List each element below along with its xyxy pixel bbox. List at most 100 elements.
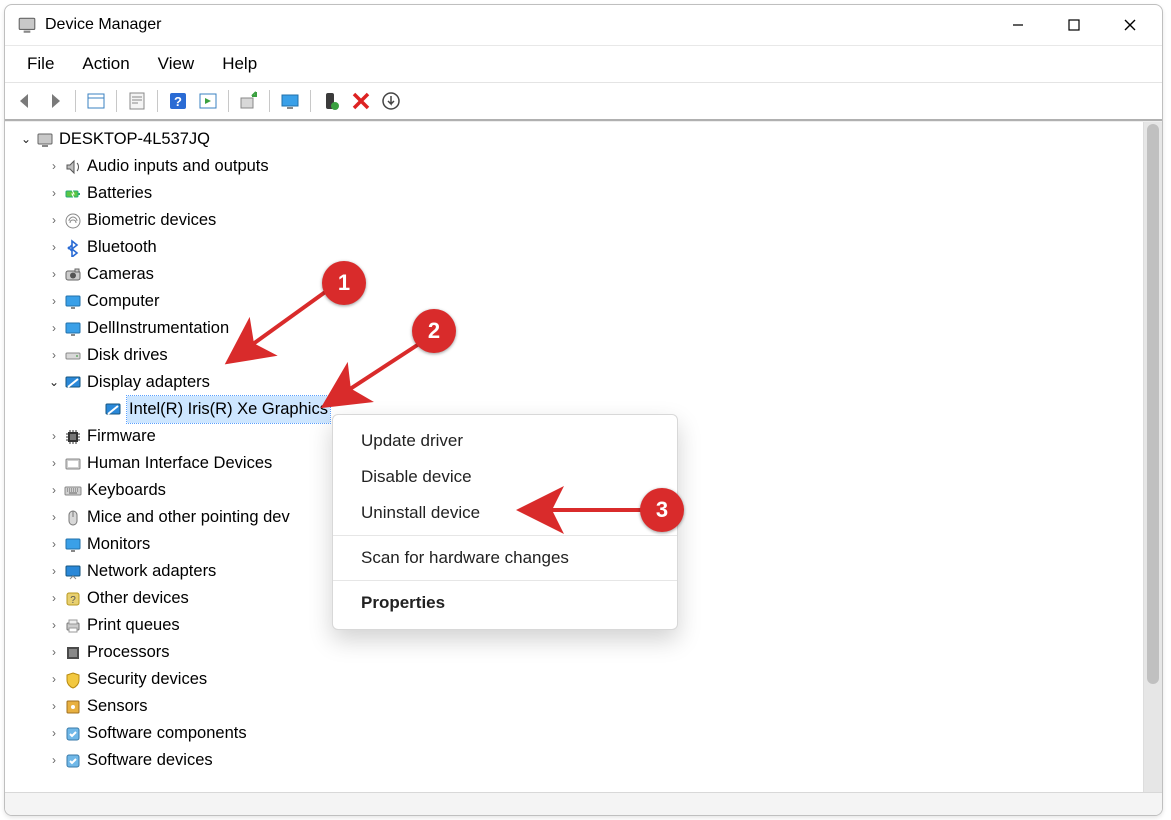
chevron-right-icon[interactable]: › [45, 639, 63, 666]
chevron-right-icon[interactable]: › [45, 207, 63, 234]
tree-node[interactable]: › Cameras [5, 261, 1143, 288]
chevron-right-icon[interactable]: › [45, 261, 63, 288]
drive-icon [63, 347, 83, 365]
annotation-arrow-3 [514, 498, 654, 526]
chevron-right-icon[interactable]: › [45, 693, 63, 720]
cpu-icon [63, 644, 83, 662]
tree-node[interactable]: › Disk drives [5, 342, 1143, 369]
tree-node[interactable]: › Computer [5, 288, 1143, 315]
maximize-button[interactable] [1046, 6, 1102, 44]
toolbar-back[interactable] [11, 88, 39, 114]
tree-node-label: Cameras [87, 261, 154, 288]
tree-node[interactable]: › Batteries [5, 180, 1143, 207]
chevron-right-icon[interactable]: › [45, 288, 63, 315]
chevron-right-icon[interactable]: › [45, 531, 63, 558]
tree-node[interactable]: ⌄ DESKTOP-4L537JQ [5, 126, 1143, 153]
chevron-right-icon[interactable]: › [45, 720, 63, 747]
hid-icon [63, 455, 83, 473]
tree-node-label: DESKTOP-4L537JQ [59, 126, 210, 153]
tree-node[interactable]: › DellInstrumentation [5, 315, 1143, 342]
tree-node[interactable]: › Software components [5, 720, 1143, 747]
tree-node-label: Human Interface Devices [87, 450, 272, 477]
tree-node[interactable]: › Bluetooth [5, 234, 1143, 261]
chevron-right-icon[interactable]: › [45, 450, 63, 477]
monitor-icon [63, 320, 83, 338]
menu-help[interactable]: Help [208, 50, 271, 78]
display-icon [63, 374, 83, 392]
chevron-right-icon[interactable]: › [45, 342, 63, 369]
toolbar-enable[interactable] [317, 88, 345, 114]
toolbar-help[interactable]: ? [164, 88, 192, 114]
tree-node[interactable]: ⌄ Display adapters [5, 369, 1143, 396]
tree-node-label: Mice and other pointing dev [87, 504, 290, 531]
speaker-icon [63, 158, 83, 176]
chevron-right-icon[interactable]: › [45, 504, 63, 531]
chevron-right-icon[interactable]: › [45, 180, 63, 207]
tree-node-label: Software components [87, 720, 247, 747]
chevron-right-icon[interactable]: › [45, 612, 63, 639]
chevron-right-icon[interactable]: › [45, 423, 63, 450]
tree-node[interactable]: › Sensors [5, 693, 1143, 720]
fingerprint-icon [63, 212, 83, 230]
menu-action[interactable]: Action [68, 50, 143, 78]
keyboard-icon [63, 482, 83, 500]
tree-node-label: Sensors [87, 693, 148, 720]
window-title: Device Manager [45, 16, 162, 34]
context-menu-item[interactable]: Disable device [333, 459, 677, 495]
svg-text:?: ? [174, 94, 182, 109]
chevron-right-icon[interactable]: › [45, 234, 63, 261]
tree-node[interactable]: › Biometric devices [5, 207, 1143, 234]
tree-node[interactable]: › Processors [5, 639, 1143, 666]
context-menu-item[interactable]: Scan for hardware changes [333, 540, 677, 576]
titlebar: Device Manager [5, 5, 1162, 46]
scrollbar-thumb[interactable] [1147, 124, 1159, 684]
toolbar-add-legacy[interactable] [377, 88, 405, 114]
computer-icon [35, 131, 55, 149]
tree-node-label: Monitors [87, 531, 150, 558]
chevron-right-icon[interactable]: › [45, 585, 63, 612]
chevron-right-icon[interactable]: › [45, 477, 63, 504]
close-button[interactable] [1102, 6, 1158, 44]
tree-node-label: DellInstrumentation [87, 315, 229, 342]
tree-node[interactable]: › Audio inputs and outputs [5, 153, 1143, 180]
context-menu-item[interactable]: Update driver [333, 423, 677, 459]
toolbar-uninstall[interactable] [347, 88, 375, 114]
tree-node-label: Audio inputs and outputs [87, 153, 269, 180]
menu-view[interactable]: View [144, 50, 209, 78]
minimize-button[interactable] [990, 6, 1046, 44]
tree-node[interactable]: › Software devices [5, 747, 1143, 774]
tree-node-label: Computer [87, 288, 159, 315]
toolbar-forward[interactable] [41, 88, 69, 114]
vertical-scrollbar[interactable] [1143, 122, 1162, 792]
toolbar-properties[interactable] [123, 88, 151, 114]
mouse-icon [63, 509, 83, 527]
toolbar: ? [5, 83, 1162, 121]
tree-node-label: Print queues [87, 612, 180, 639]
tree-node-label: Processors [87, 639, 170, 666]
context-menu-item[interactable]: Properties [333, 585, 677, 621]
toolbar-show-hidden[interactable] [82, 88, 110, 114]
toolbar-action[interactable] [194, 88, 222, 114]
tree-node-label: Bluetooth [87, 234, 157, 261]
network-icon [63, 563, 83, 581]
chevron-right-icon[interactable]: › [45, 666, 63, 693]
chevron-right-icon[interactable]: › [45, 153, 63, 180]
software-icon [63, 752, 83, 770]
menu-file[interactable]: File [13, 50, 68, 78]
chevron-right-icon[interactable]: › [45, 315, 63, 342]
security-icon [63, 671, 83, 689]
context-menu-separator [333, 535, 677, 536]
chevron-down-icon[interactable]: ⌄ [45, 369, 63, 396]
chevron-down-icon[interactable]: ⌄ [17, 126, 35, 153]
device-manager-window: Device Manager File Action View Help ? [4, 4, 1163, 816]
chevron-right-icon[interactable]: › [45, 747, 63, 774]
tree-node-label: Display adapters [87, 369, 210, 396]
toolbar-update-driver[interactable] [235, 88, 263, 114]
chevron-right-icon[interactable]: › [45, 558, 63, 585]
toolbar-scan-hardware[interactable] [276, 88, 304, 114]
bluetooth-icon [63, 239, 83, 257]
tree-node[interactable]: › Security devices [5, 666, 1143, 693]
tree-node-label: Biometric devices [87, 207, 216, 234]
app-icon [17, 15, 37, 35]
annotation-badge-1: 1 [322, 261, 366, 305]
